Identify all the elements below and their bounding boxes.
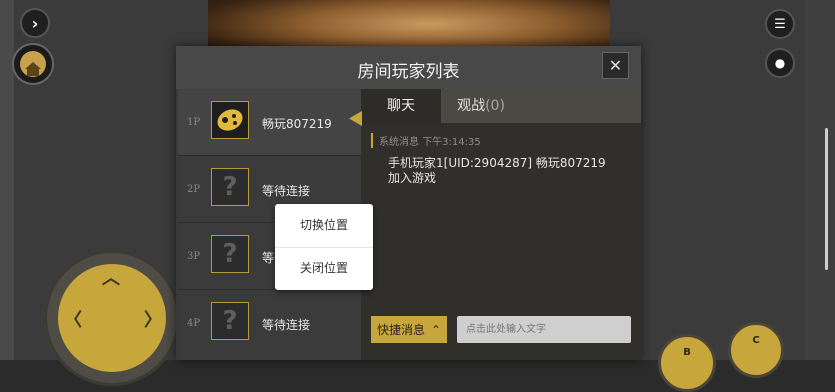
menu-list-button[interactable]: ☰ <box>765 9 795 39</box>
scrollbar[interactable] <box>825 128 828 270</box>
dialog-header: 房间玩家列表 ✕ <box>176 46 641 89</box>
player-row[interactable]: 1P 畅玩807219 <box>178 89 361 156</box>
question-mark-icon: ? <box>211 302 249 340</box>
home-icon <box>20 51 46 77</box>
button-b-label: B <box>683 347 691 358</box>
tab-chat[interactable]: 聊天 <box>361 89 441 123</box>
player-slot: 3P <box>187 251 201 262</box>
dialog-title: 房间玩家列表 <box>357 62 460 82</box>
left-edge <box>0 0 14 360</box>
close-button[interactable]: ✕ <box>602 52 629 79</box>
chevron-left-icon: 〈 <box>64 310 82 331</box>
question-mark-icon: ? <box>211 168 249 206</box>
right-edge <box>805 0 835 360</box>
system-label: 系统消息 <box>379 137 419 148</box>
button-b[interactable]: B <box>658 334 716 392</box>
chevron-right-icon: › <box>31 13 39 33</box>
button-c-label: C <box>752 335 760 346</box>
player-list-dialog: 房间玩家列表 ✕ 1P 畅玩807219 2P ? 等待连接 3P ? 等待连接… <box>176 46 641 360</box>
position-context-menu: 切换位置 关闭位置 <box>275 204 373 290</box>
quick-message-label: 快捷消息 <box>376 323 425 337</box>
chat-tabs: 聊天 观战(0) <box>361 89 641 123</box>
player-slot: 4P <box>187 318 201 329</box>
tab-spectate-label: 观战 <box>457 98 486 114</box>
chat-panel: 聊天 观战(0) 系统消息 下午3:14:35 手机玩家1[UID:290428… <box>361 89 641 360</box>
chat-bubble-icon: ● <box>774 56 786 70</box>
tab-spectate[interactable]: 观战(0) <box>441 89 521 123</box>
player-slot: 1P <box>187 117 201 128</box>
expand-button[interactable]: › <box>20 8 50 38</box>
spectator-count: (0) <box>485 98 505 114</box>
player-slot: 2P <box>187 184 201 195</box>
chevron-up-icon: ︿ <box>102 268 120 289</box>
player-name: 等待连接 <box>262 318 311 332</box>
chat-input[interactable] <box>457 316 631 343</box>
chevron-up-icon: ⌃ <box>430 322 442 337</box>
system-message-header: 系统消息 下午3:14:35 <box>371 133 481 148</box>
chat-button[interactable]: ● <box>765 48 795 78</box>
question-mark-icon: ? <box>211 235 249 273</box>
gamepad-avatar-icon <box>211 101 249 139</box>
menu-item-switch-position[interactable]: 切换位置 <box>275 204 373 247</box>
user-avatar-button[interactable] <box>12 43 54 85</box>
button-c[interactable]: C <box>728 322 784 378</box>
menu-item-close-position[interactable]: 关闭位置 <box>275 247 373 290</box>
system-time: 下午3:14:35 <box>422 137 481 148</box>
quick-message-button[interactable]: 快捷消息 ⌃ <box>371 316 447 343</box>
player-name: 畅玩807219 <box>262 117 332 131</box>
player-name: 等待连接 <box>262 184 311 198</box>
chat-message: 手机玩家1[UID:2904287] 畅玩807219 加入游戏 <box>388 156 606 185</box>
list-icon: ☰ <box>774 16 786 32</box>
dpad[interactable]: ︿ 〈 〉 <box>44 250 180 386</box>
chevron-right-icon: 〉 <box>144 310 162 331</box>
player-row[interactable]: 4P ? 等待连接 <box>178 290 361 356</box>
